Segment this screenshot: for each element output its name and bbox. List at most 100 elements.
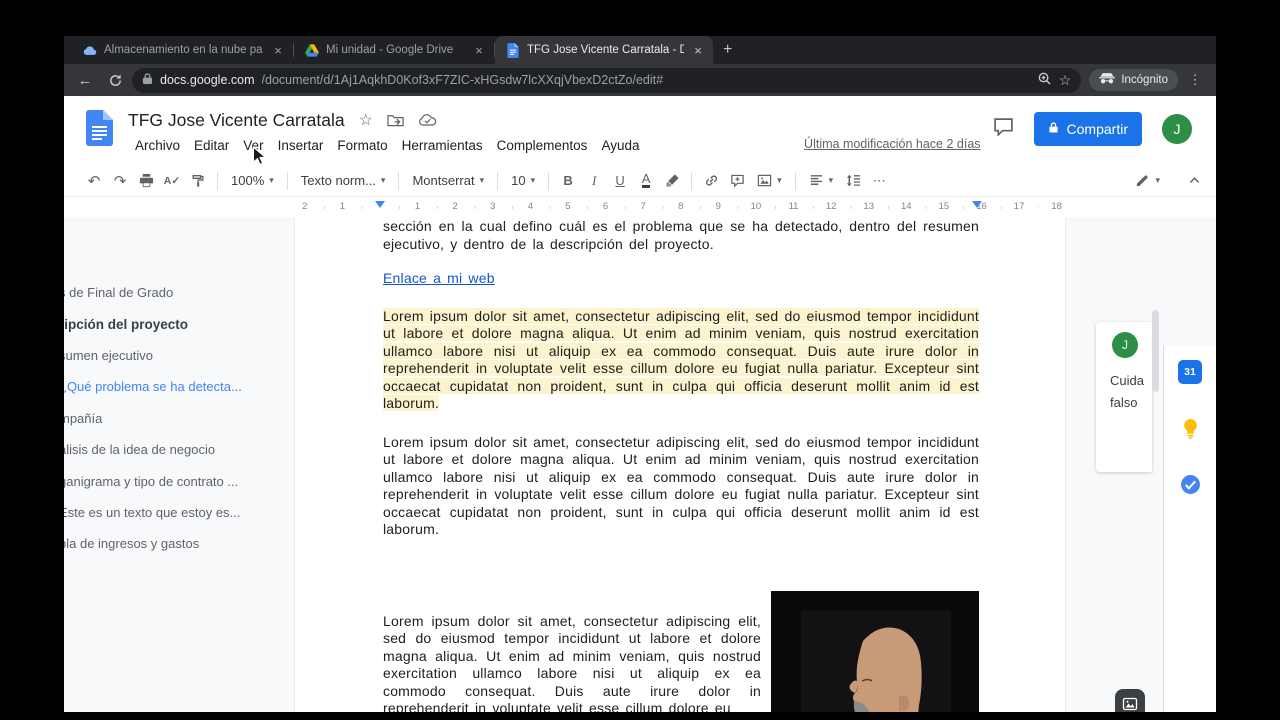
outline-item[interactable]: bla de ingresos y gastos — [64, 528, 284, 559]
outline-item[interactable]: Este es un texto que estoy es... — [64, 497, 284, 528]
document-title[interactable]: TFG Jose Vicente Carratala — [128, 110, 345, 131]
comments-icon[interactable] — [993, 117, 1014, 141]
text-color-button[interactable]: A — [641, 172, 651, 188]
document-scrollbar[interactable] — [1152, 310, 1159, 392]
browser-window: Almacenamiento en la nube pa × Mi unidad… — [64, 36, 1216, 712]
collapse-toolbar-icon[interactable] — [1182, 169, 1206, 193]
italic-button[interactable]: I — [582, 169, 606, 193]
highlight-color-button[interactable] — [660, 169, 684, 193]
comment-text: Cuida falso — [1110, 370, 1152, 414]
outline-item[interactable]: álisis de la idea de negocio — [64, 434, 284, 465]
comment-avatar: J — [1112, 332, 1138, 358]
url-path: /document/d/1Aj1AqkhD0Kof3xF7ZIC-xHGsdw7… — [261, 73, 664, 87]
page-content: sección en la cual defino cuál es el pro… — [295, 217, 1065, 712]
tab-cloud-storage[interactable]: Almacenamiento en la nube pa × — [72, 36, 293, 64]
ruler-number: 14 — [901, 201, 912, 212]
lock-icon — [142, 72, 153, 88]
print-icon[interactable] — [134, 169, 158, 193]
paragraph-intro[interactable]: sección en la cual defino cuál es el pro… — [383, 218, 979, 253]
ruler-number: 1 — [414, 201, 421, 212]
zoom-select[interactable]: 100% ▾ — [225, 169, 280, 193]
menu-item[interactable]: Insertar — [271, 136, 331, 155]
menu-item[interactable]: Archivo — [128, 136, 187, 155]
more-tools-icon[interactable]: ⋯ — [867, 169, 891, 193]
docs-logo-icon[interactable] — [86, 110, 113, 146]
underline-button[interactable]: U — [608, 169, 632, 193]
browser-menu-icon[interactable]: ⋮ — [1182, 67, 1208, 93]
outline-item[interactable]: ganigrama y tipo de contrato ... — [64, 465, 284, 496]
calendar-icon[interactable]: 31 — [1178, 360, 1202, 384]
zoom-icon[interactable] — [1037, 71, 1052, 89]
ruler-number: 7 — [640, 201, 646, 212]
font-select[interactable]: Montserrat ▾ — [406, 169, 490, 193]
tab-close-icon[interactable]: × — [271, 43, 285, 58]
header-right: Compartir J — [981, 108, 1216, 146]
outline-item[interactable]: sumen ejecutivo — [64, 340, 284, 371]
menu-item[interactable]: Herramientas — [395, 136, 490, 155]
paragraph-with-image: Lorem ipsum dolor sit amet, consectetur … — [383, 590, 979, 713]
reload-button[interactable] — [102, 67, 128, 93]
editing-mode-select[interactable]: ▾ — [1129, 169, 1166, 193]
outline-item[interactable]: ripción del proyecto — [64, 308, 284, 339]
outline-item[interactable]: ¿Qué problema se ha detecta... — [64, 371, 284, 402]
tab-close-icon[interactable]: × — [691, 43, 705, 58]
url-field[interactable]: docs.google.com/document/d/1Aj1AqkhD0Kof… — [132, 67, 1082, 93]
document-page[interactable]: sección en la cual defino cuál es el pro… — [294, 217, 1066, 712]
screen: Almacenamiento en la nube pa × Mi unidad… — [0, 0, 1280, 720]
tab-close-icon[interactable]: × — [472, 43, 486, 58]
outline-item[interactable]: mpañía — [64, 403, 284, 434]
cloud-saved-icon[interactable] — [418, 113, 437, 127]
paint-format-icon[interactable] — [186, 169, 210, 193]
share-lock-icon — [1048, 121, 1059, 137]
bold-button[interactable]: B — [556, 169, 580, 193]
menu-item[interactable]: Formato — [330, 136, 394, 155]
last-modified-link[interactable]: Última modificación hace 2 días — [804, 137, 980, 151]
paragraph-plain[interactable]: Lorem ipsum dolor sit amet, consectetur … — [383, 434, 979, 539]
incognito-icon — [1099, 73, 1116, 87]
undo-icon[interactable]: ↶ — [82, 169, 106, 193]
tasks-icon[interactable] — [1178, 472, 1202, 496]
menu-item[interactable]: Editar — [187, 136, 236, 155]
left-indent-marker[interactable] — [375, 201, 385, 208]
new-tab-button[interactable]: + — [713, 41, 742, 59]
docs-toolbar: ↶ ↷ A✓ 100% ▾ Texto norm... ▾ Montserrat ▾ … — [64, 165, 1216, 197]
redo-icon[interactable]: ↷ — [108, 169, 132, 193]
font-size-select[interactable]: 10 ▾ — [505, 169, 541, 193]
line-spacing-icon[interactable] — [841, 169, 865, 193]
comment-card[interactable]: J Cuida falso — [1096, 322, 1152, 472]
insert-link-icon[interactable] — [699, 169, 723, 193]
toolbar-separator — [497, 171, 499, 190]
add-comment-icon[interactable] — [725, 169, 749, 193]
web-link[interactable]: Enlace a mi web — [383, 270, 495, 286]
right-indent-marker[interactable] — [972, 201, 982, 208]
share-label: Compartir — [1066, 121, 1128, 137]
ruler-number: 5 — [565, 201, 571, 212]
ruler-number: 8 — [678, 201, 684, 212]
bookmark-star-icon[interactable]: ☆ — [1059, 72, 1072, 89]
tab-google-drive[interactable]: Mi unidad - Google Drive × — [294, 36, 494, 64]
outline-item[interactable]: s de Final de Grado — [64, 277, 284, 308]
ruler-number: 1 — [339, 201, 346, 212]
portrait-image[interactable] — [771, 590, 979, 713]
tab-docs-active[interactable]: TFG Jose Vicente Carratala - D × — [495, 36, 713, 64]
star-document-icon[interactable]: ☆ — [359, 110, 373, 130]
wrapped-text[interactable]: Lorem ipsum dolor sit amet, consectetur … — [383, 591, 761, 713]
share-button[interactable]: Compartir — [1033, 112, 1142, 146]
menu-item[interactable]: Ayuda — [594, 136, 646, 155]
styles-select[interactable]: Texto norm... ▾ — [295, 169, 392, 193]
move-folder-icon[interactable] — [387, 113, 404, 127]
paragraph-highlighted[interactable]: Lorem ipsum dolor sit amet, consectetur … — [383, 307, 979, 413]
ruler[interactable]: 2 1 1 2 3 4 5 6 7 8 9 10 11 12 13 14 15 16 17 18 — [64, 197, 1216, 217]
menu-item[interactable]: Complementos — [490, 136, 595, 155]
mouse-cursor — [252, 146, 266, 166]
document-canvas: s de Final de Grado ripción del proyecto s… — [64, 217, 1216, 712]
align-select[interactable]: ▾ — [803, 169, 840, 193]
ruler-number: 11 — [788, 201, 799, 212]
insert-image-select[interactable]: ▾ — [751, 169, 788, 193]
back-button[interactable]: ← — [72, 67, 98, 93]
explore-button[interactable] — [1115, 689, 1145, 712]
weblink-paragraph: Enlace a mi web — [383, 270, 979, 288]
account-avatar[interactable]: J — [1162, 114, 1192, 144]
keep-icon[interactable] — [1178, 416, 1202, 440]
spellcheck-icon[interactable]: A✓ — [160, 169, 184, 193]
